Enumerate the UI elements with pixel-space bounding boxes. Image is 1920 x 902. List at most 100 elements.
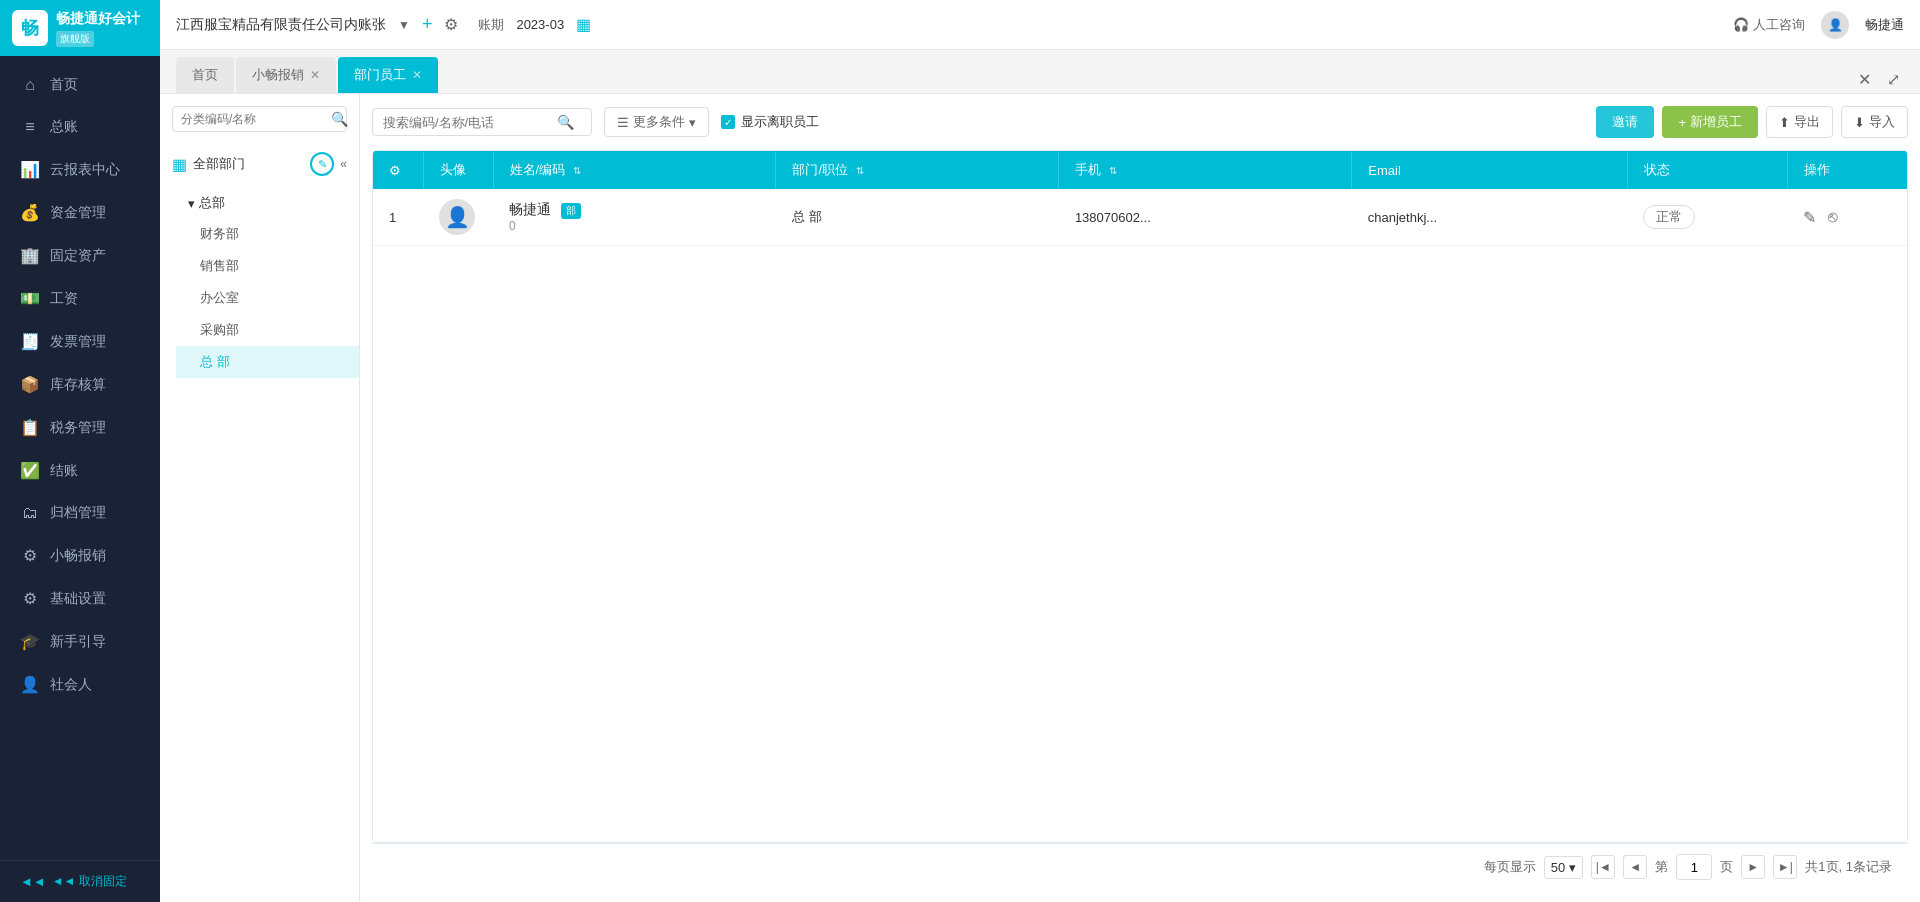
filter-label: 更多条件 (633, 113, 685, 131)
sidebar-item-more[interactable]: 👤 社会人 (0, 663, 160, 706)
sidebar-item-basic-label: 基础设置 (50, 590, 106, 608)
employee-name: 畅捷通 (509, 201, 551, 217)
cell-index: 1 (373, 189, 423, 246)
grid-icon: ▦ (172, 155, 187, 174)
sidebar-item-home-label: 首页 (50, 76, 78, 94)
tab-expense-label: 小畅报销 (252, 66, 304, 84)
export-button[interactable]: ⬆ 导出 (1766, 106, 1833, 138)
last-page-button[interactable]: ►| (1773, 855, 1797, 879)
dept-item-purchase[interactable]: 采购部 (176, 314, 359, 346)
logo-area: 畅 畅捷通好会计 旗舰版 (0, 0, 160, 56)
sidebar-item-ledger[interactable]: ≡ 总账 (0, 106, 160, 148)
sidebar-item-tax-label: 税务管理 (50, 419, 106, 437)
settings-icon[interactable]: ⚙ (444, 15, 458, 34)
dept-collapse-icon[interactable]: « (340, 157, 347, 171)
employee-name-row: 畅捷通 部 (509, 201, 760, 219)
tab-expense[interactable]: 小畅报销 ✕ (236, 57, 336, 93)
invite-button[interactable]: 邀请 (1596, 106, 1654, 138)
add-employee-label: 新增员工 (1690, 113, 1742, 131)
th-name-code[interactable]: 姓名/编码 ⇅ (493, 151, 776, 189)
dept-item-sales[interactable]: 销售部 (176, 250, 359, 282)
dept-item-finance[interactable]: 财务部 (176, 218, 359, 250)
dept-item-office[interactable]: 办公室 (176, 282, 359, 314)
employee-search-input[interactable] (383, 115, 551, 130)
sidebar-item-invoice[interactable]: 🧾 发票管理 (0, 320, 160, 363)
next-page-button[interactable]: ► (1741, 855, 1765, 879)
dept-search-icon[interactable]: 🔍 (331, 111, 348, 127)
sidebar-item-guide[interactable]: 🎓 新手引导 (0, 620, 160, 663)
page-number-input[interactable] (1676, 854, 1712, 880)
topbar: 江西服宝精品有限责任公司内账张 ▼ + ⚙ 账期 2023-03 ▦ 🎧 人工咨… (160, 0, 1920, 50)
sidebar-item-basic[interactable]: ⚙ 基础设置 (0, 577, 160, 620)
basic-icon: ⚙ (20, 589, 40, 608)
sidebar-item-fixed-assets[interactable]: 🏢 固定资产 (0, 234, 160, 277)
cell-dept: 总 部 (776, 189, 1059, 246)
employee-code: 0 (509, 219, 760, 233)
tab-expand-icon[interactable]: ⤢ (1883, 66, 1904, 93)
company-name: 江西服宝精品有限责任公司内账张 (176, 16, 386, 34)
sidebar-item-home[interactable]: ⌂ 首页 (0, 64, 160, 106)
reports-icon: 📊 (20, 160, 40, 179)
employee-table: ⚙ 头像 姓名/编码 ⇅ 部门/职位 ⇅ 手机 ⇅ Email 状态 操作 1 (373, 151, 1907, 246)
dept-edit-icon[interactable]: ✎ (310, 152, 334, 176)
fixed-assets-icon: 🏢 (20, 246, 40, 265)
ledger-icon: ≡ (20, 118, 40, 136)
sidebar-item-expense[interactable]: ⚙ 小畅报销 (0, 534, 160, 577)
checkbox-icon: ✓ (721, 115, 735, 129)
user-avatar: 👤 (1821, 11, 1849, 39)
import-icon: ⬇ (1854, 115, 1865, 130)
calendar-icon[interactable]: ▦ (576, 15, 591, 34)
first-page-button[interactable]: |◄ (1591, 855, 1615, 879)
support-label: 人工咨询 (1753, 16, 1805, 34)
company-dropdown-icon[interactable]: ▼ (398, 18, 410, 32)
sidebar-item-settlement[interactable]: ✅ 结账 (0, 449, 160, 492)
logo-icon: 畅 (12, 10, 48, 46)
th-dept-position[interactable]: 部门/职位 ⇅ (776, 151, 1059, 189)
filter-button[interactable]: ☰ 更多条件 ▾ (604, 107, 709, 137)
sidebar-item-settlement-label: 结账 (50, 462, 78, 480)
dept-search-input[interactable] (181, 112, 331, 126)
sidebar-item-expense-label: 小畅报销 (50, 547, 106, 565)
prev-page-button[interactable]: ◄ (1623, 855, 1647, 879)
tab-home[interactable]: 首页 (176, 57, 234, 93)
add-employee-button[interactable]: + 新增员工 (1662, 106, 1758, 138)
dept-item-hq[interactable]: 总 部 (176, 346, 359, 378)
sidebar-nav: ⌂ 首页 ≡ 总账 📊 云报表中心 💰 资金管理 🏢 固定资产 💵 工资 🧾 发… (0, 56, 160, 860)
filter-icon: ☰ (617, 115, 629, 130)
th-status: 状态 (1627, 151, 1787, 189)
sidebar-item-salary[interactable]: 💵 工资 (0, 277, 160, 320)
add-company-button[interactable]: + (422, 14, 433, 35)
export-label: 导出 (1794, 113, 1820, 131)
dept-tag: 部 (561, 203, 581, 219)
th-phone[interactable]: 手机 ⇅ (1059, 151, 1352, 189)
per-page-select[interactable]: 50 ▾ (1544, 856, 1583, 879)
sidebar-item-archive[interactable]: 🗂 归档管理 (0, 492, 160, 534)
tab-close-icon[interactable]: ✕ (1854, 66, 1875, 93)
support-button[interactable]: 🎧 人工咨询 (1733, 16, 1805, 34)
edit-button[interactable]: ✎ (1803, 208, 1816, 227)
inventory-icon: 📦 (20, 375, 40, 394)
salary-icon: 💵 (20, 289, 40, 308)
import-button[interactable]: ⬇ 导入 (1841, 106, 1908, 138)
sidebar-item-ledger-label: 总账 (50, 118, 78, 136)
table-row: 1 👤 畅捷通 部 0 (373, 189, 1907, 246)
sidebar-item-tax[interactable]: 📋 税务管理 (0, 406, 160, 449)
sidebar-item-inventory[interactable]: 📦 库存核算 (0, 363, 160, 406)
tab-dept-close[interactable]: ✕ (412, 68, 422, 82)
tab-dept-employee[interactable]: 部门员工 ✕ (338, 57, 438, 93)
unpin-button[interactable]: ◄◄ ◄◄ 取消固定 (0, 860, 160, 902)
dept-group-hq-label[interactable]: ▾ 总部 (176, 188, 359, 218)
tab-dept-label: 部门员工 (354, 66, 406, 84)
sidebar-item-reports[interactable]: 📊 云报表中心 (0, 148, 160, 191)
tab-expense-close[interactable]: ✕ (310, 68, 320, 82)
exit-button[interactable]: ⎋ (1828, 208, 1838, 227)
sidebar-item-invoice-label: 发票管理 (50, 333, 106, 351)
th-settings[interactable]: ⚙ (373, 151, 423, 189)
employee-avatar: 👤 (439, 199, 475, 235)
sidebar-item-reports-label: 云报表中心 (50, 161, 120, 179)
all-depts-header[interactable]: ▦ 全部部门 ✎ « (160, 144, 359, 184)
sidebar-item-assets-mgmt[interactable]: 💰 资金管理 (0, 191, 160, 234)
employee-search-icon[interactable]: 🔍 (557, 114, 574, 130)
show-resigned-checkbox[interactable]: ✓ 显示离职员工 (721, 113, 819, 131)
headset-icon: 🎧 (1733, 17, 1749, 32)
